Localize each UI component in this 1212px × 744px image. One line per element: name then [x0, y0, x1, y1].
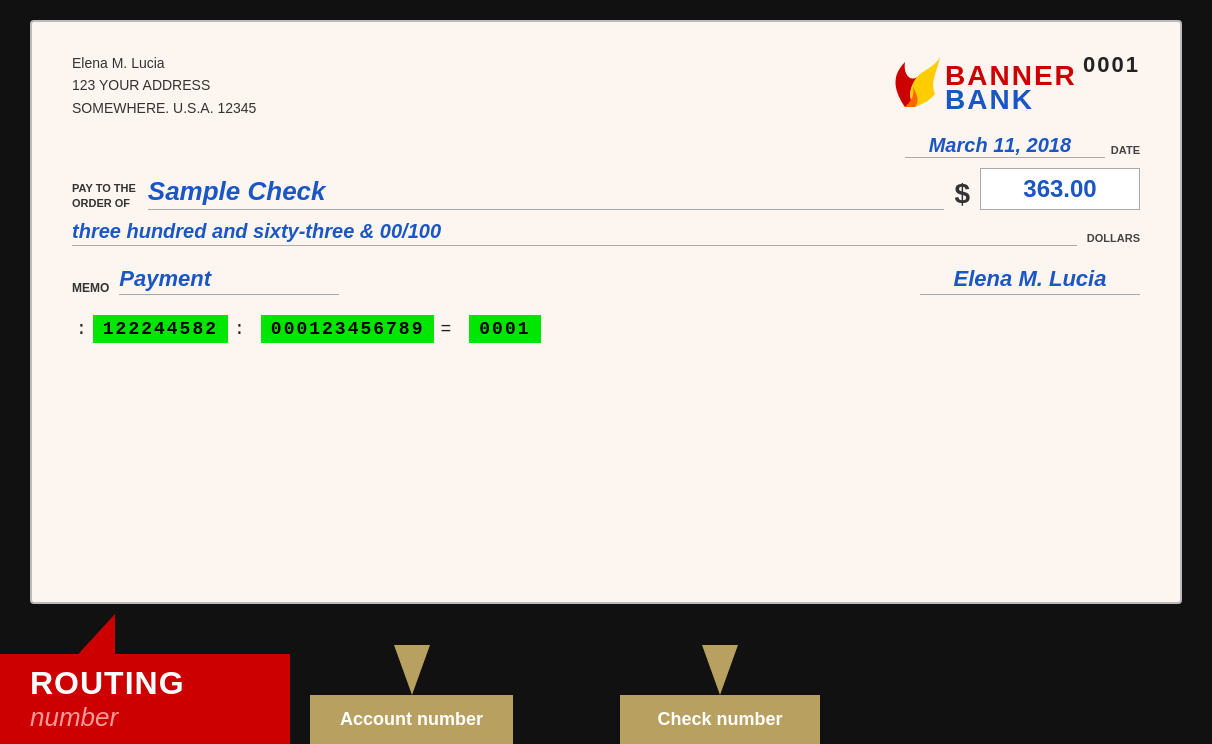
micr-close-symbol: :	[234, 319, 247, 339]
micr-open-symbol: :	[76, 319, 89, 339]
check-header: Elena M. Lucia 123 YOUR ADDRESS SOMEWHER…	[72, 52, 1140, 121]
check-number-top: 0001	[1083, 52, 1140, 78]
dollar-sign: $	[954, 178, 970, 210]
payto-name: Sample Check	[148, 176, 945, 210]
payto-label: PAY TO THE ORDER OF	[72, 181, 136, 210]
micr-equals-symbol: =	[440, 319, 453, 339]
check-label-wrapper: Check number	[620, 645, 820, 744]
date-row: March 11, 2018 DATE	[72, 134, 1140, 158]
account-holder-info: Elena M. Lucia 123 YOUR ADDRESS SOMEWHER…	[72, 52, 880, 119]
account-arrow	[394, 645, 430, 695]
micr-line: : 122244582 : 000123456789 = 0001	[72, 315, 1140, 343]
check-arrow	[702, 645, 738, 695]
account-number-label: Account number	[310, 695, 513, 744]
written-amount: three hundred and sixty-three & 00/100	[72, 220, 1077, 246]
bottom-section: ROUTING number Account number Check numb…	[0, 604, 1212, 744]
check-background: 0001 Elena M. Lucia 123 YOUR ADDRESS SOM…	[30, 20, 1182, 604]
amount-box: 363.00	[980, 168, 1140, 210]
written-amount-row: three hundred and sixty-three & 00/100 D…	[72, 220, 1140, 246]
routing-red-bg: ROUTING number	[0, 654, 290, 744]
account-holder-address1: 123 YOUR ADDRESS	[72, 74, 880, 96]
routing-box: ROUTING number	[0, 604, 290, 744]
account-holder-name: Elena M. Lucia	[72, 52, 880, 74]
date-value: March 11, 2018	[905, 134, 1105, 158]
memo-value: Payment	[119, 266, 339, 295]
memo-label: MEMO	[72, 281, 109, 295]
routing-subtitle: number	[30, 702, 290, 733]
date-label: DATE	[1111, 144, 1140, 156]
account-holder-address2: SOMEWHERE. U.S.A. 12345	[72, 97, 880, 119]
routing-title: ROUTING	[30, 665, 290, 702]
micr-account: 000123456789	[261, 315, 435, 343]
account-label-wrapper: Account number	[310, 645, 513, 744]
svg-text:BANK: BANK	[945, 84, 1034, 115]
micr-check: 0001	[469, 315, 540, 343]
signature: Elena M. Lucia	[920, 266, 1140, 295]
memo-sig-row: MEMO Payment Elena M. Lucia	[72, 266, 1140, 295]
check-number-label: Check number	[620, 695, 820, 744]
dollars-label: DOLLARS	[1087, 232, 1140, 244]
micr-routing: 122244582	[93, 315, 228, 343]
payto-row: PAY TO THE ORDER OF Sample Check $ 363.0…	[72, 168, 1140, 210]
